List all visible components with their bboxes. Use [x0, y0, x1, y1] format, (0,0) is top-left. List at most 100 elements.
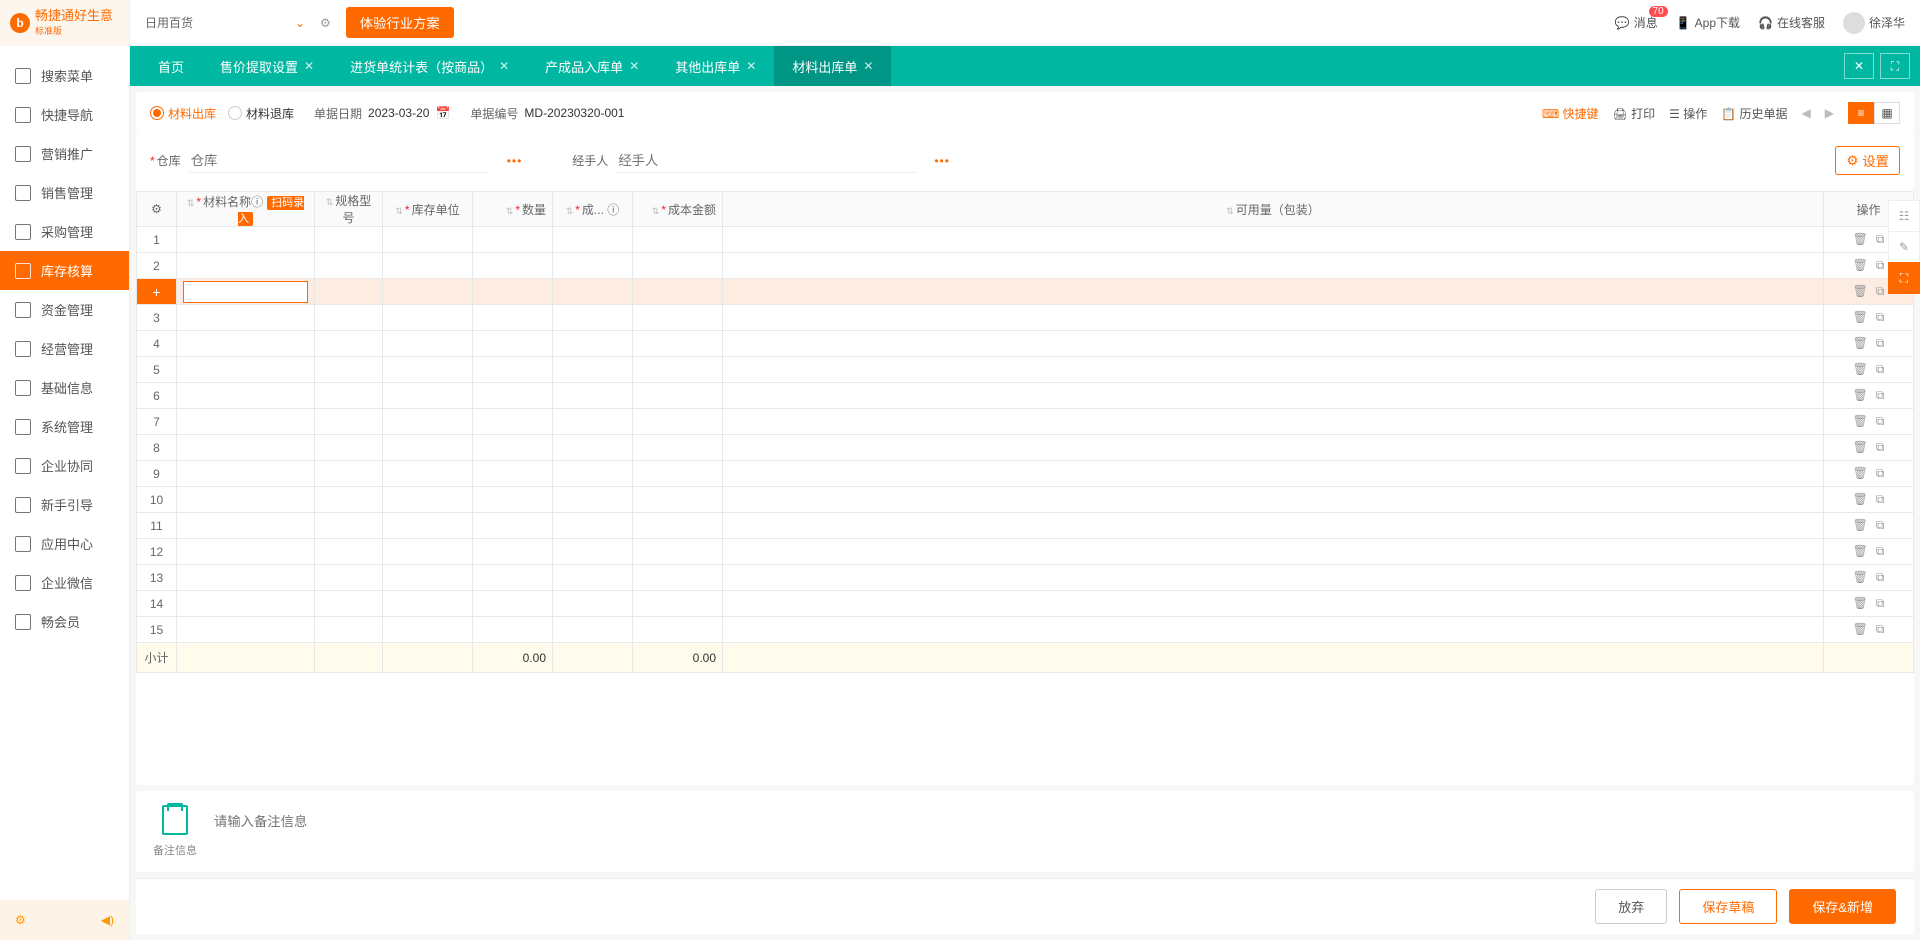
- cell-total[interactable]: [633, 461, 723, 487]
- cell-unit[interactable]: [383, 305, 473, 331]
- cell-cost[interactable]: [553, 331, 633, 357]
- collapse-icon[interactable]: ◀): [101, 913, 114, 927]
- cell-avail[interactable]: [723, 409, 1824, 435]
- cell-name[interactable]: [177, 565, 315, 591]
- cell-avail[interactable]: [723, 227, 1824, 253]
- tab-1[interactable]: 售价提取设置✕: [202, 46, 332, 86]
- cell-spec[interactable]: [315, 617, 383, 643]
- copy-icon[interactable]: ⧉: [1876, 570, 1885, 585]
- cell-total[interactable]: [633, 513, 723, 539]
- cell-unit[interactable]: [383, 539, 473, 565]
- cell-total[interactable]: [633, 487, 723, 513]
- cell-total[interactable]: [633, 617, 723, 643]
- cell-cost[interactable]: [553, 461, 633, 487]
- cell-name[interactable]: [177, 357, 315, 383]
- cell-name[interactable]: [177, 383, 315, 409]
- cell-qty[interactable]: [473, 435, 553, 461]
- cell-spec[interactable]: [315, 305, 383, 331]
- delete-icon[interactable]: 🗑: [1853, 362, 1868, 377]
- cell-total[interactable]: [633, 357, 723, 383]
- cell-avail[interactable]: [723, 383, 1824, 409]
- support-button[interactable]: 🎧 在线客服: [1758, 14, 1825, 31]
- tab-4[interactable]: 其他出库单✕: [657, 46, 774, 86]
- delete-icon[interactable]: 🗑: [1853, 336, 1868, 351]
- cell-avail[interactable]: [723, 487, 1824, 513]
- table-row[interactable]: 3🗑⧉: [137, 305, 1914, 331]
- close-icon[interactable]: ✕: [629, 59, 639, 73]
- cell-cost[interactable]: [553, 305, 633, 331]
- cell-cost[interactable]: [553, 253, 633, 279]
- message-button[interactable]: 💬 消息 70: [1615, 14, 1658, 31]
- remark-input[interactable]: [214, 805, 1900, 858]
- cell-name[interactable]: [177, 539, 315, 565]
- table-row[interactable]: 7🗑⧉: [137, 409, 1914, 435]
- copy-icon[interactable]: ⧉: [1876, 336, 1885, 351]
- delete-icon[interactable]: 🗑: [1853, 518, 1868, 533]
- table-row[interactable]: 15🗑⧉: [137, 617, 1914, 643]
- table-row[interactable]: 4🗑⧉: [137, 331, 1914, 357]
- cell-qty[interactable]: [473, 331, 553, 357]
- table-row[interactable]: +🗑⧉: [137, 279, 1914, 305]
- sidebar-item-2[interactable]: 营销推广: [0, 134, 129, 173]
- sidebar-item-0[interactable]: 搜索菜单: [0, 56, 129, 95]
- sidebar-item-1[interactable]: 快捷导航: [0, 95, 129, 134]
- cell-total[interactable]: [633, 539, 723, 565]
- delete-icon[interactable]: 🗑: [1853, 622, 1868, 637]
- prev-button[interactable]: ◀: [1802, 106, 1811, 120]
- calendar-icon[interactable]: 📅: [435, 106, 450, 120]
- copy-icon[interactable]: ⧉: [1876, 440, 1885, 455]
- copy-icon[interactable]: ⧉: [1876, 258, 1885, 273]
- cell-name[interactable]: [177, 435, 315, 461]
- table-row[interactable]: 13🗑⧉: [137, 565, 1914, 591]
- cell-unit[interactable]: [383, 357, 473, 383]
- delete-icon[interactable]: 🗑: [1853, 570, 1868, 585]
- cell-unit[interactable]: [383, 279, 473, 305]
- col-cost-total[interactable]: ⇅*成本金额: [633, 192, 723, 227]
- col-qty[interactable]: ⇅*数量: [473, 192, 553, 227]
- cell-total[interactable]: [633, 383, 723, 409]
- cell-unit[interactable]: [383, 227, 473, 253]
- handler-lookup-icon[interactable]: •••: [934, 154, 950, 168]
- radio-material-return[interactable]: 材料退库: [228, 105, 294, 122]
- delete-icon[interactable]: 🗑: [1853, 284, 1868, 299]
- cell-name[interactable]: [177, 253, 315, 279]
- cell-unit[interactable]: [383, 461, 473, 487]
- cell-qty[interactable]: [473, 227, 553, 253]
- cell-spec[interactable]: [315, 383, 383, 409]
- copy-icon[interactable]: ⧉: [1876, 596, 1885, 611]
- close-icon[interactable]: ✕: [499, 59, 509, 73]
- delete-icon[interactable]: 🗑: [1853, 544, 1868, 559]
- cell-cost[interactable]: [553, 227, 633, 253]
- history-button[interactable]: 📋 历史单据: [1721, 105, 1787, 122]
- table-row[interactable]: 8🗑⧉: [137, 435, 1914, 461]
- topbar-gear-icon[interactable]: ⚙: [320, 16, 331, 30]
- cell-qty[interactable]: [473, 461, 553, 487]
- cell-avail[interactable]: [723, 357, 1824, 383]
- tab-3[interactable]: 产成品入库单✕: [527, 46, 657, 86]
- cell-cost[interactable]: [553, 357, 633, 383]
- cell-total[interactable]: [633, 253, 723, 279]
- cell-qty[interactable]: [473, 305, 553, 331]
- cell-cost[interactable]: [553, 279, 633, 305]
- cell-unit[interactable]: [383, 591, 473, 617]
- next-button[interactable]: ▶: [1825, 106, 1834, 120]
- cell-total[interactable]: [633, 435, 723, 461]
- cell-qty[interactable]: [473, 565, 553, 591]
- copy-icon[interactable]: ⧉: [1876, 362, 1885, 377]
- cell-avail[interactable]: [723, 305, 1824, 331]
- cell-qty[interactable]: [473, 513, 553, 539]
- copy-icon[interactable]: ⧉: [1876, 232, 1885, 247]
- table-row[interactable]: 10🗑⧉: [137, 487, 1914, 513]
- save-draft-button[interactable]: 保存草稿: [1679, 889, 1777, 924]
- cell-unit[interactable]: [383, 383, 473, 409]
- sidebar-item-12[interactable]: 应用中心: [0, 524, 129, 563]
- cell-spec[interactable]: [315, 461, 383, 487]
- sidebar-item-9[interactable]: 系统管理: [0, 407, 129, 446]
- tab-5[interactable]: 材料出库单✕: [774, 46, 891, 86]
- cell-cost[interactable]: [553, 513, 633, 539]
- cell-spec[interactable]: [315, 513, 383, 539]
- delete-icon[interactable]: 🗑: [1853, 310, 1868, 325]
- cell-qty[interactable]: [473, 253, 553, 279]
- cell-qty[interactable]: [473, 617, 553, 643]
- close-icon[interactable]: ✕: [863, 59, 873, 73]
